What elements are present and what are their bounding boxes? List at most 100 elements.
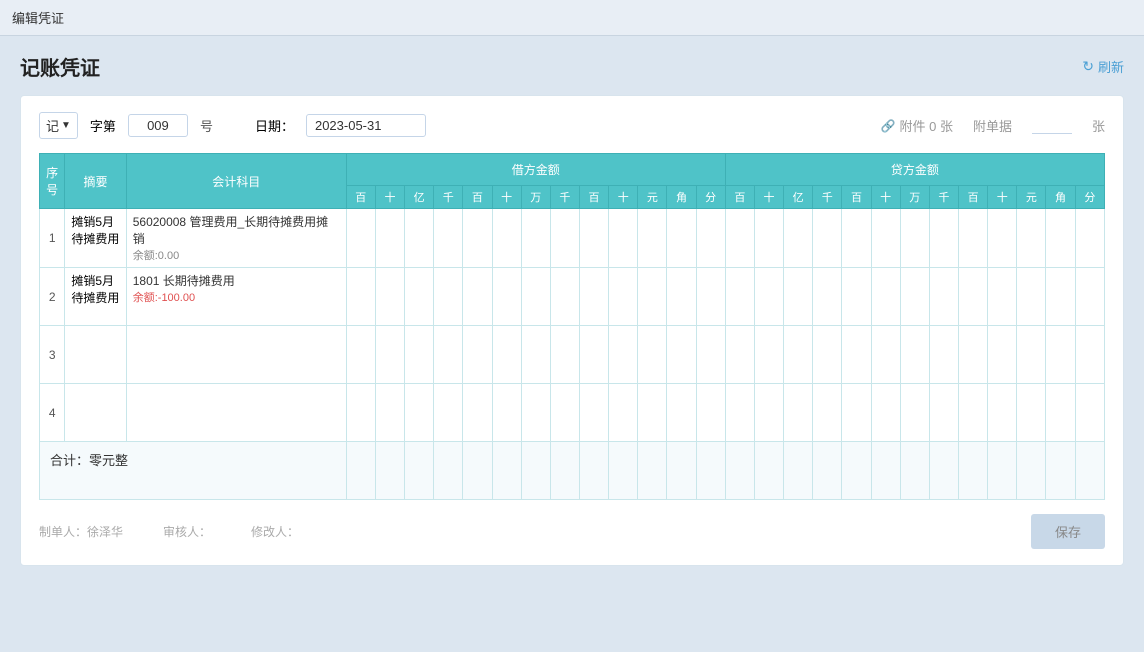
cell-debit-0-6[interactable] — [521, 209, 550, 268]
table-row[interactable]: 4 — [40, 384, 1105, 442]
cell-credit-1-3[interactable] — [813, 268, 842, 326]
cell-credit-2-2[interactable] — [784, 326, 813, 384]
cell-credit-3-3[interactable] — [813, 384, 842, 442]
cell-credit-1-0[interactable] — [725, 268, 754, 326]
cell-credit-2-6[interactable] — [900, 326, 929, 384]
zhang-input[interactable] — [1032, 118, 1072, 134]
cell-credit-3-11[interactable] — [1046, 384, 1075, 442]
cell-credit-2-11[interactable] — [1046, 326, 1075, 384]
cell-debit-2-3[interactable] — [434, 326, 463, 384]
cell-account-3[interactable] — [126, 384, 346, 442]
cell-debit-2-8[interactable] — [579, 326, 608, 384]
cell-credit-0-6[interactable] — [900, 209, 929, 268]
cell-debit-3-8[interactable] — [579, 384, 608, 442]
cell-credit-3-0[interactable] — [725, 384, 754, 442]
cell-credit-3-1[interactable] — [754, 384, 783, 442]
cell-debit-3-6[interactable] — [521, 384, 550, 442]
cell-debit-2-10[interactable] — [638, 326, 667, 384]
cell-debit-0-7[interactable] — [550, 209, 579, 268]
ji-select[interactable]: 记 ▼ — [39, 112, 78, 139]
cell-debit-1-2[interactable] — [405, 268, 434, 326]
cell-summary-2[interactable] — [65, 326, 126, 384]
cell-credit-3-10[interactable] — [1017, 384, 1046, 442]
date-input[interactable] — [306, 114, 426, 137]
cell-debit-2-6[interactable] — [521, 326, 550, 384]
cell-credit-2-5[interactable] — [871, 326, 900, 384]
cell-debit-0-10[interactable] — [638, 209, 667, 268]
cell-debit-2-4[interactable] — [463, 326, 492, 384]
cell-credit-0-9[interactable] — [988, 209, 1017, 268]
cell-debit-0-4[interactable] — [463, 209, 492, 268]
attachment-button[interactable]: 🔗 附件 0 张 — [881, 116, 953, 135]
cell-debit-1-1[interactable] — [375, 268, 404, 326]
cell-credit-0-3[interactable] — [813, 209, 842, 268]
cell-credit-1-1[interactable] — [754, 268, 783, 326]
cell-credit-1-5[interactable] — [871, 268, 900, 326]
cell-credit-3-4[interactable] — [842, 384, 871, 442]
cell-credit-2-4[interactable] — [842, 326, 871, 384]
cell-credit-0-1[interactable] — [754, 209, 783, 268]
save-button[interactable]: 保存 — [1031, 514, 1105, 549]
cell-credit-3-12[interactable] — [1075, 384, 1104, 442]
cell-credit-1-10[interactable] — [1017, 268, 1046, 326]
cell-credit-1-9[interactable] — [988, 268, 1017, 326]
cell-debit-2-9[interactable] — [609, 326, 638, 384]
cell-debit-0-9[interactable] — [609, 209, 638, 268]
cell-debit-2-1[interactable] — [375, 326, 404, 384]
cell-credit-0-12[interactable] — [1075, 209, 1104, 268]
table-row[interactable]: 3 — [40, 326, 1105, 384]
cell-credit-1-8[interactable] — [959, 268, 988, 326]
cell-credit-3-8[interactable] — [959, 384, 988, 442]
cell-credit-1-4[interactable] — [842, 268, 871, 326]
cell-debit-0-12[interactable] — [696, 209, 725, 268]
cell-credit-0-4[interactable] — [842, 209, 871, 268]
cell-debit-1-8[interactable] — [579, 268, 608, 326]
cell-debit-1-6[interactable] — [521, 268, 550, 326]
cell-debit-3-10[interactable] — [638, 384, 667, 442]
cell-credit-2-0[interactable] — [725, 326, 754, 384]
cell-credit-1-12[interactable] — [1075, 268, 1104, 326]
cell-debit-0-8[interactable] — [579, 209, 608, 268]
cell-debit-3-12[interactable] — [696, 384, 725, 442]
table-row[interactable]: 1摊销5月待摊费用56020008 管理费用_长期待摊费用摊销余额:0.00 — [40, 209, 1105, 268]
cell-credit-2-7[interactable] — [929, 326, 958, 384]
cell-debit-3-9[interactable] — [609, 384, 638, 442]
cell-credit-0-7[interactable] — [929, 209, 958, 268]
cell-debit-2-0[interactable] — [346, 326, 375, 384]
cell-account-0[interactable]: 56020008 管理费用_长期待摊费用摊销余额:0.00 — [126, 209, 346, 268]
cell-debit-1-10[interactable] — [638, 268, 667, 326]
cell-debit-1-4[interactable] — [463, 268, 492, 326]
cell-debit-3-5[interactable] — [492, 384, 521, 442]
cell-debit-0-11[interactable] — [667, 209, 696, 268]
cell-debit-2-12[interactable] — [696, 326, 725, 384]
cell-credit-1-7[interactable] — [929, 268, 958, 326]
cell-credit-0-11[interactable] — [1046, 209, 1075, 268]
cell-credit-2-8[interactable] — [959, 326, 988, 384]
cell-debit-1-12[interactable] — [696, 268, 725, 326]
cell-debit-1-11[interactable] — [667, 268, 696, 326]
cell-summary-0[interactable]: 摊销5月待摊费用 — [65, 209, 126, 268]
cell-credit-3-9[interactable] — [988, 384, 1017, 442]
cell-debit-0-5[interactable] — [492, 209, 521, 268]
cell-credit-2-1[interactable] — [754, 326, 783, 384]
cell-debit-0-0[interactable] — [346, 209, 375, 268]
cell-debit-2-5[interactable] — [492, 326, 521, 384]
cell-debit-3-11[interactable] — [667, 384, 696, 442]
cell-debit-0-3[interactable] — [434, 209, 463, 268]
cell-debit-3-3[interactable] — [434, 384, 463, 442]
refresh-button[interactable]: ↻ 刷新 — [1082, 57, 1124, 76]
cell-debit-3-2[interactable] — [405, 384, 434, 442]
cell-debit-0-1[interactable] — [375, 209, 404, 268]
cell-debit-3-1[interactable] — [375, 384, 404, 442]
cell-credit-1-2[interactable] — [784, 268, 813, 326]
cell-account-1[interactable]: 1801 长期待摊费用余额:-100.00 — [126, 268, 346, 326]
cell-debit-3-7[interactable] — [550, 384, 579, 442]
cell-credit-2-12[interactable] — [1075, 326, 1104, 384]
cell-credit-2-9[interactable] — [988, 326, 1017, 384]
cell-credit-3-2[interactable] — [784, 384, 813, 442]
cell-debit-1-0[interactable] — [346, 268, 375, 326]
cell-debit-2-11[interactable] — [667, 326, 696, 384]
cell-debit-0-2[interactable] — [405, 209, 434, 268]
cell-debit-1-3[interactable] — [434, 268, 463, 326]
cell-credit-3-6[interactable] — [900, 384, 929, 442]
